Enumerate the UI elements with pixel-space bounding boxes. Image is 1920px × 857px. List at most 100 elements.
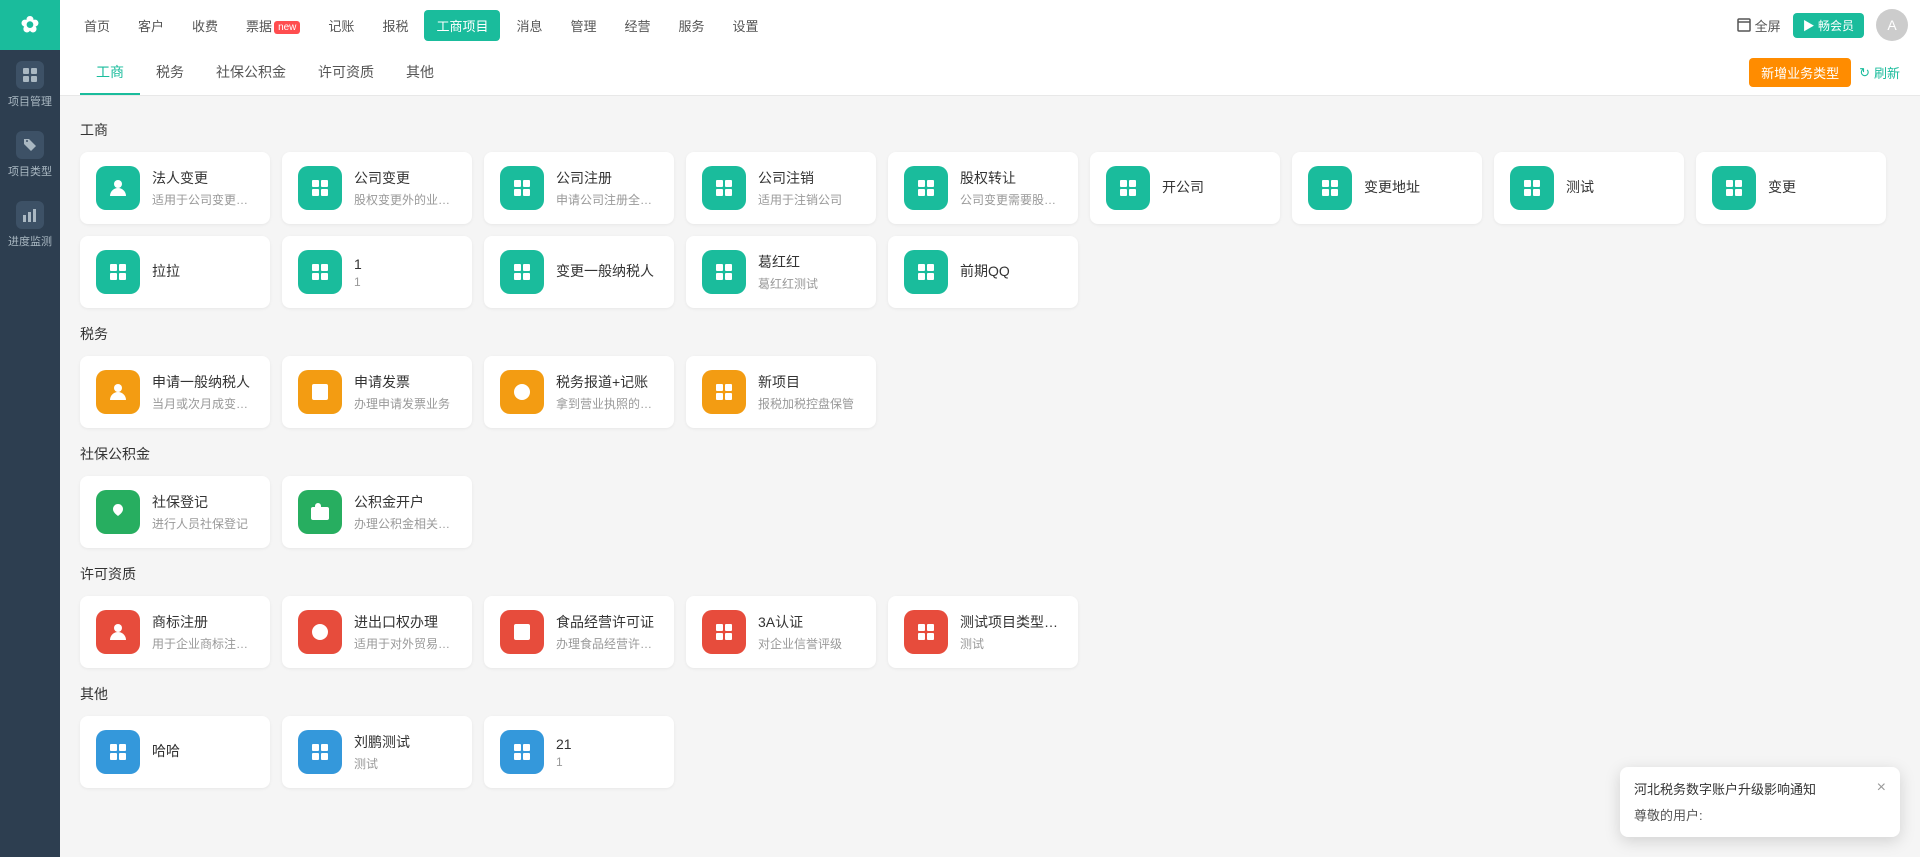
card-icon-muhong xyxy=(702,250,746,294)
nav-bizproject[interactable]: 工商项目 xyxy=(424,10,500,41)
card-info-company-change: 公司变更 股权变更外的业务变更 xyxy=(354,168,456,208)
nav-clients[interactable]: 客户 xyxy=(126,10,176,41)
card-fund-open[interactable]: 公积金开户 办理公积金相关业务 xyxy=(282,476,472,548)
notification-title: 河北税务数字账户升级影响通知 xyxy=(1634,779,1816,798)
card-icon-legal-change xyxy=(96,166,140,210)
card-info-food-license: 食品经营许可证 办理食品经营许可证 xyxy=(556,612,658,652)
card-company-cancel[interactable]: 公司注销 适用于注销公司 xyxy=(686,152,876,224)
nav-management[interactable]: 管理 xyxy=(558,10,608,41)
card-icon-apply-invoice xyxy=(298,370,342,414)
card-title: 21 xyxy=(556,736,658,752)
card-import-export[interactable]: 进出口权办理 适用于对外贸易经营者 xyxy=(282,596,472,668)
card-tax-report[interactable]: 税务报道+记账 拿到营业执照的新公司 xyxy=(484,356,674,428)
card-desc: 对企业信誉评级 xyxy=(758,635,860,652)
card-change2[interactable]: 变更 xyxy=(1696,152,1886,224)
sidebar-item-progress-monitor[interactable]: 进度监测 xyxy=(0,190,60,260)
card-company-change[interactable]: 公司变更 股权变更外的业务变更 xyxy=(282,152,472,224)
card-company-register[interactable]: 公司注册 申请公司注册全流程 xyxy=(484,152,674,224)
card-3a-cert[interactable]: 3A认证 对企业信誉评级 xyxy=(686,596,876,668)
avatar[interactable]: A xyxy=(1876,9,1908,41)
card-info-haha: 哈哈 xyxy=(152,741,254,764)
card-desc: 公司变更需要股权转让 xyxy=(960,191,1062,208)
card-icon-change2 xyxy=(1712,166,1756,210)
card-open-company[interactable]: 开公司 xyxy=(1090,152,1280,224)
notification-close-button[interactable]: × xyxy=(1877,779,1886,797)
nav-tickets[interactable]: 票据new xyxy=(234,10,312,41)
card-twentyone[interactable]: 21 1 xyxy=(484,716,674,788)
card-title: 公司变更 xyxy=(354,168,456,188)
card-title: 葛红红 xyxy=(758,252,860,272)
nav-service[interactable]: 服务 xyxy=(667,10,717,41)
tab-tax[interactable]: 税务 xyxy=(140,50,200,95)
nav-operation[interactable]: 经营 xyxy=(613,10,663,41)
nav-settings[interactable]: 设置 xyxy=(721,10,771,41)
notification-body: 尊敬的用户: xyxy=(1634,806,1886,826)
notification-popup: 河北税务数字账户升级影响通知 × 尊敬的用户: xyxy=(1620,767,1900,838)
card-new-project[interactable]: 新项目 报税加税控盘保管 xyxy=(686,356,876,428)
card-social-register[interactable]: 社保登记 进行人员社保登记 xyxy=(80,476,270,548)
nav-tax[interactable]: 报税 xyxy=(370,10,420,41)
sidebar-item-project-mgmt[interactable]: 项目管理 xyxy=(0,50,60,120)
card-muhong[interactable]: 葛红红 葛红红测试 xyxy=(686,236,876,308)
card-liupeng-test[interactable]: 刘鹏测试 测试 xyxy=(282,716,472,788)
card-legal-change[interactable]: 法人变更 适用于公司变更法人 xyxy=(80,152,270,224)
card-qianqi[interactable]: 前期QQ xyxy=(888,236,1078,308)
card-haha[interactable]: 哈哈 xyxy=(80,716,270,788)
sidebar-item-project-type[interactable]: 项目类型 xyxy=(0,120,60,190)
card-info-liupeng-test: 刘鹏测试 测试 xyxy=(354,732,456,772)
card-trademark[interactable]: 商标注册 用于企业商标注册服务 xyxy=(80,596,270,668)
shebao-cards-grid: 社保登记 进行人员社保登记 公积金开户 办理公积金相关业务 xyxy=(80,476,1900,548)
tab-license[interactable]: 许可资质 xyxy=(302,50,390,95)
card-title: 进出口权办理 xyxy=(354,612,456,632)
nav-bookkeeping[interactable]: 记账 xyxy=(316,10,366,41)
card-equity-transfer[interactable]: 股权转让 公司变更需要股权转让 xyxy=(888,152,1078,224)
card-apply-tax[interactable]: 申请一般纳税人 当月或次月成变更完成 xyxy=(80,356,270,428)
card-info-muhong: 葛红红 葛红红测试 xyxy=(758,252,860,292)
card-icon-tax-report xyxy=(500,370,544,414)
chart-icon xyxy=(16,201,44,229)
tab-other[interactable]: 其他 xyxy=(390,50,450,95)
tab-gongshang[interactable]: 工商 xyxy=(80,50,140,95)
nav-messages[interactable]: 消息 xyxy=(504,10,554,41)
refresh-button[interactable]: ↻刷新 xyxy=(1859,63,1900,82)
sidebar-item-label: 项目类型 xyxy=(8,163,52,179)
card-title: 变更地址 xyxy=(1364,177,1466,197)
card-change-tax[interactable]: 变更一般纳税人 xyxy=(484,236,674,308)
card-info-company-register: 公司注册 申请公司注册全流程 xyxy=(556,168,658,208)
nav-home[interactable]: 首页 xyxy=(72,10,122,41)
card-info-legal-change: 法人变更 适用于公司变更法人 xyxy=(152,168,254,208)
new-type-button[interactable]: 新增业务类型 xyxy=(1749,58,1851,87)
card-info-lala: 拉拉 xyxy=(152,261,254,284)
card-title: 前期QQ xyxy=(960,261,1062,281)
card-icon-company-register xyxy=(500,166,544,210)
card-icon-3a-cert xyxy=(702,610,746,654)
card-test-type[interactable]: 测试项目类型自定义 测试 xyxy=(888,596,1078,668)
fullscreen-btn[interactable]: 全屏 xyxy=(1737,16,1781,35)
card-info-twentyone: 21 1 xyxy=(556,736,658,769)
card-info-test-type: 测试项目类型自定义 测试 xyxy=(960,612,1062,652)
card-change-address[interactable]: 变更地址 xyxy=(1292,152,1482,224)
card-desc: 适用于公司变更法人 xyxy=(152,191,254,208)
sidebar-logo[interactable]: ✿ xyxy=(0,0,60,50)
card-icon-social-register xyxy=(96,490,140,534)
card-apply-invoice[interactable]: 申请发票 办理申请发票业务 xyxy=(282,356,472,428)
card-info-new-project: 新项目 报税加税控盘保管 xyxy=(758,372,860,412)
tab-bar-left: 工商 税务 社保公积金 许可资质 其他 xyxy=(80,50,450,95)
card-lala[interactable]: 拉拉 xyxy=(80,236,270,308)
card-desc: 测试 xyxy=(354,755,456,772)
card-desc: 测试 xyxy=(960,635,1062,652)
card-food-license[interactable]: 食品经营许可证 办理食品经营许可证 xyxy=(484,596,674,668)
card-icon-new-project xyxy=(702,370,746,414)
card-info-change2: 变更 xyxy=(1768,177,1870,200)
card-title: 公积金开户 xyxy=(354,492,456,512)
nav-billing[interactable]: 收费 xyxy=(180,10,230,41)
card-one[interactable]: 1 1 xyxy=(282,236,472,308)
card-title: 申请一般纳税人 xyxy=(152,372,254,392)
card-icon-twentyone xyxy=(500,730,544,774)
content-area: 工商 税务 社保公积金 许可资质 其他 新增业务类型 ↻刷新 工商 xyxy=(60,50,1920,857)
member-button[interactable]: ▶ 畅会员 xyxy=(1793,13,1864,38)
card-title: 开公司 xyxy=(1162,177,1264,197)
tab-shebao[interactable]: 社保公积金 xyxy=(200,50,302,95)
card-test[interactable]: 测试 xyxy=(1494,152,1684,224)
section-title-other: 其他 xyxy=(80,684,1900,704)
